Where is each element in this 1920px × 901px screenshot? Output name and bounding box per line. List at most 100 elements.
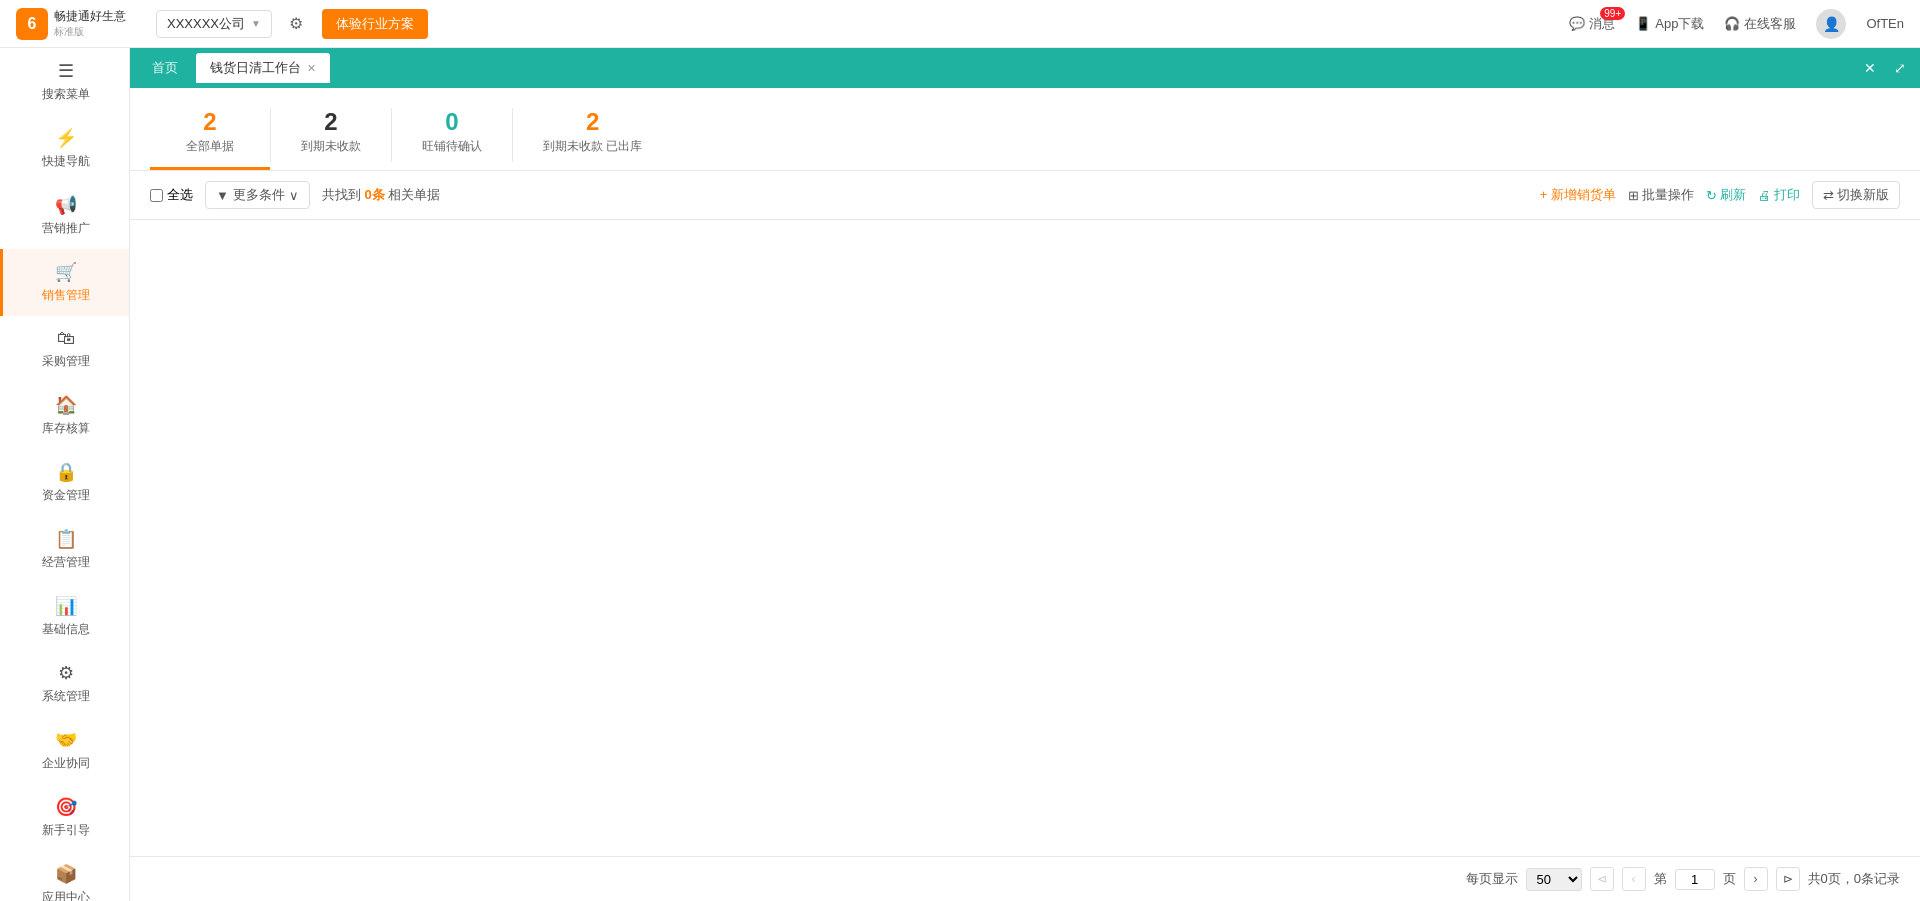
sidebar-item-label: 企业协同 (42, 755, 90, 772)
logo-icon: 6 (16, 8, 48, 40)
purchase-icon: 🛍 (57, 328, 75, 349)
tab-home[interactable]: 首页 (138, 53, 192, 83)
filter-button[interactable]: ▼ 更多条件 ∨ (205, 181, 310, 209)
current-page-input[interactable] (1675, 869, 1715, 890)
sidebar-item-label: 销售管理 (42, 287, 90, 304)
first-page-button[interactable]: ⊲ (1590, 867, 1614, 891)
online-service-button[interactable]: 🎧 在线客服 (1724, 15, 1796, 33)
sidebar-item-purchase[interactable]: 🛍 采购管理 (0, 316, 129, 382)
tab-close-icon[interactable]: ✕ (307, 62, 316, 75)
next-page-button[interactable]: › (1744, 867, 1768, 891)
experience-button[interactable]: 体验行业方案 (322, 9, 428, 39)
sidebar-item-operations[interactable]: 📋 经营管理 (0, 516, 129, 583)
inventory-icon: 🏠 (55, 394, 77, 416)
sidebar-item-label: 营销推广 (42, 220, 90, 237)
switch-version-button[interactable]: ⇄ 切换新版 (1812, 181, 1900, 209)
sidebar: ☰ 搜索菜单 ⚡ 快捷导航 📢 营销推广 🛒 销售管理 🛍 采购管理 🏠 库存核… (0, 48, 130, 901)
sidebar-item-guide[interactable]: 🎯 新手引导 (0, 784, 129, 851)
filter-label: 更多条件 (233, 186, 285, 204)
gear-icon: ⚙ (289, 14, 303, 33)
tab-close-all-button[interactable]: ✕ (1858, 56, 1882, 80)
batch-operation-button[interactable]: ⊞ 批量操作 (1628, 186, 1694, 204)
company-selector[interactable]: XXXXXX公司 ▼ (156, 10, 272, 38)
tab-expand-button[interactable]: ⤢ (1888, 56, 1912, 80)
batch-icon: ⊞ (1628, 188, 1639, 203)
stat-label-overdue-unshipped: 到期未收款 已出库 (543, 138, 642, 155)
quick-nav-icon: ⚡ (55, 127, 77, 149)
sidebar-item-search-menu[interactable]: ☰ 搜索菜单 (0, 48, 129, 115)
sidebar-item-label: 资金管理 (42, 487, 90, 504)
found-text: 共找到 0条 相关单据 (322, 186, 440, 204)
guide-icon: 🎯 (55, 796, 77, 818)
sidebar-item-quick-nav[interactable]: ⚡ 快捷导航 (0, 115, 129, 182)
enterprise-icon: 🤝 (55, 729, 77, 751)
sidebar-item-label: 应用中心 (42, 889, 90, 901)
base-info-icon: 📊 (55, 595, 77, 617)
last-page-button[interactable]: ⊳ (1776, 867, 1800, 891)
settings-button[interactable]: ⚙ (280, 8, 312, 40)
sidebar-item-label: 经营管理 (42, 554, 90, 571)
refresh-button[interactable]: ↻ 刷新 (1706, 186, 1746, 204)
per-page-label: 每页显示 (1466, 870, 1518, 888)
app-center-icon: 📦 (55, 863, 77, 885)
avatar[interactable]: 👤 (1816, 9, 1846, 39)
expand-icon: ⤢ (1894, 60, 1906, 76)
sidebar-item-enterprise[interactable]: 🤝 企业协同 (0, 717, 129, 784)
stat-label-wangpu: 旺铺待确认 (422, 138, 482, 155)
select-all-checkbox[interactable]: 全选 (150, 186, 193, 204)
logo-area: 6 畅捷通好生意 标准版 (16, 8, 146, 40)
search-menu-icon: ☰ (58, 60, 74, 82)
sales-icon: 🛒 (55, 261, 77, 283)
tab-workbench[interactable]: 钱货日清工作台 ✕ (196, 53, 330, 83)
sidebar-item-label: 库存核算 (42, 420, 90, 437)
stat-num-overdue-unshipped: 2 (586, 108, 599, 136)
main-layout: ☰ 搜索菜单 ⚡ 快捷导航 📢 营销推广 🛒 销售管理 🛍 采购管理 🏠 库存核… (0, 48, 1920, 901)
table-area (130, 220, 1920, 856)
print-icon: 🖨 (1758, 188, 1771, 203)
tab-bar: 首页 钱货日清工作台 ✕ ✕ ⤢ (130, 48, 1920, 88)
sidebar-item-inventory[interactable]: 🏠 库存核算 (0, 382, 129, 449)
select-all-input[interactable] (150, 189, 163, 202)
tab-workbench-label: 钱货日清工作台 (210, 59, 301, 77)
stat-tab-wangpu[interactable]: 0 旺铺待确认 (392, 100, 512, 170)
service-icon: 🎧 (1724, 16, 1740, 31)
per-page-select[interactable]: 50 100 200 (1526, 868, 1582, 891)
app-download-button[interactable]: 📱 App下载 (1635, 15, 1704, 33)
message-icon: 💬 (1569, 16, 1585, 31)
page-suffix: 页 (1723, 870, 1736, 888)
refresh-icon: ↻ (1706, 188, 1717, 203)
sidebar-item-base-info[interactable]: 📊 基础信息 (0, 583, 129, 650)
tab-home-label: 首页 (152, 59, 178, 77)
message-button[interactable]: 💬 消息 99+ (1569, 15, 1615, 33)
sidebar-item-label: 搜索菜单 (42, 86, 90, 103)
toolbar: 全选 ▼ 更多条件 ∨ 共找到 0条 相关单据 + 新增销货单 ⊞ (130, 171, 1920, 220)
finance-icon: 🔒 (55, 461, 77, 483)
found-count: 0条 (365, 187, 385, 202)
company-name: XXXXXX公司 (167, 15, 245, 33)
message-badge: 99+ (1600, 7, 1625, 20)
filter-chevron-icon: ∨ (289, 188, 299, 203)
prev-page-button[interactable]: ‹ (1622, 867, 1646, 891)
avatar-icon: 👤 (1823, 16, 1840, 32)
sidebar-item-app-center[interactable]: 📦 应用中心 (0, 851, 129, 901)
tab-bar-right: ✕ ⤢ (1858, 56, 1912, 80)
stat-label-all: 全部单据 (186, 138, 234, 155)
content-area: 首页 钱货日清工作台 ✕ ✕ ⤢ 2 全部单据 (130, 48, 1920, 901)
stat-tab-overdue-unpaid[interactable]: 2 到期未收款 (271, 100, 391, 170)
stat-tab-overdue-unshipped[interactable]: 2 到期未收款 已出库 (513, 100, 672, 170)
sidebar-item-label: 基础信息 (42, 621, 90, 638)
print-button[interactable]: 🖨 打印 (1758, 186, 1800, 204)
stat-label-overdue-unpaid: 到期未收款 (301, 138, 361, 155)
stat-tab-all[interactable]: 2 全部单据 (150, 100, 270, 170)
stat-num-wangpu: 0 (445, 108, 458, 136)
sidebar-item-system[interactable]: ⚙ 系统管理 (0, 650, 129, 717)
sidebar-item-marketing[interactable]: 📢 营销推广 (0, 182, 129, 249)
stat-num-overdue-unpaid: 2 (324, 108, 337, 136)
inner-content: 2 全部单据 2 到期未收款 0 旺铺待确认 2 到期未收款 已出库 (130, 88, 1920, 901)
sidebar-item-label: 快捷导航 (42, 153, 90, 170)
close-icon: ✕ (1864, 60, 1876, 76)
add-sales-order-button[interactable]: + 新增销货单 (1540, 186, 1616, 204)
sidebar-item-finance[interactable]: 🔒 资金管理 (0, 449, 129, 516)
sidebar-item-sales[interactable]: 🛒 销售管理 (0, 249, 129, 316)
total-info: 共0页，0条记录 (1808, 870, 1900, 888)
